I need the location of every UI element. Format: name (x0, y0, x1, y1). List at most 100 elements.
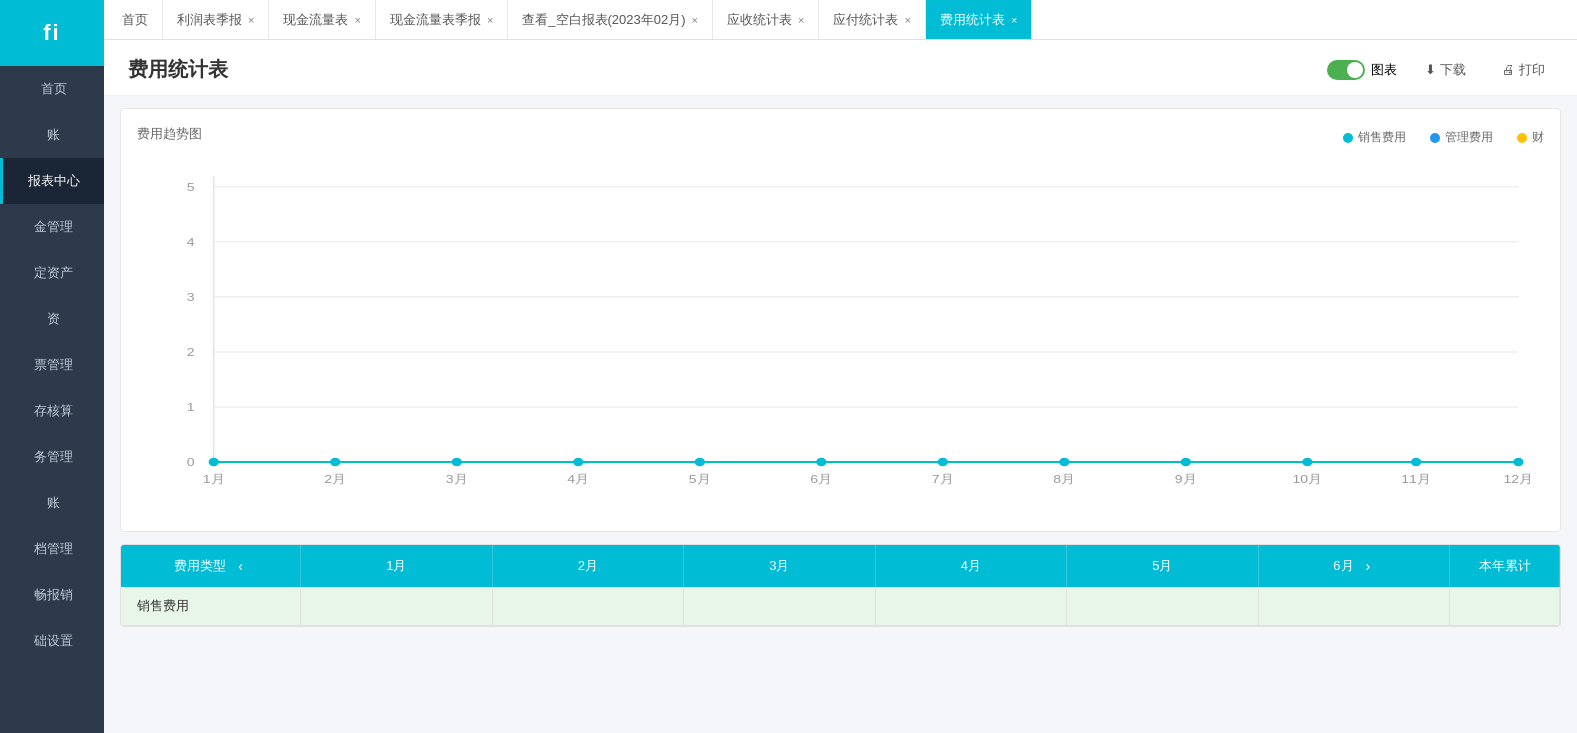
sidebar-item-畅报销[interactable]: 畅报销 (0, 572, 104, 618)
svg-text:3: 3 (187, 290, 195, 304)
svg-text:6月: 6月 (810, 472, 832, 486)
svg-text:9月: 9月 (1175, 472, 1197, 486)
main-area: 首页利润表季报×现金流量表×现金流量表季报×查看_空白报表(2023年02月)×… (104, 0, 1577, 733)
svg-text:1月: 1月 (203, 472, 225, 486)
header-actions: 图表 ⬇ 下载 🖨 打印 (1327, 57, 1553, 83)
th-month-6: 6月 › (1259, 545, 1451, 587)
tab-现金流量表[interactable]: 现金流量表× (269, 0, 375, 40)
sidebar-item-务管理[interactable]: 务管理 (0, 434, 104, 480)
print-label: 打印 (1519, 61, 1545, 79)
next-arrow[interactable]: › (1362, 558, 1375, 574)
svg-text:4月: 4月 (567, 472, 589, 486)
svg-point-24 (1513, 458, 1523, 466)
tab-close-现金流量表季报[interactable]: × (487, 14, 493, 26)
legend-item-管理费用: 管理费用 (1430, 129, 1493, 146)
sidebar: fi 首页账报表中心金管理定资产资票管理存核算务管理账档管理畅报销础设置 (0, 0, 104, 733)
svg-point-14 (330, 458, 340, 466)
td-month-1 (301, 587, 493, 625)
legend-dot-管理费用 (1430, 133, 1440, 143)
svg-text:3月: 3月 (446, 472, 468, 486)
tab-close-应收统计表[interactable]: × (798, 14, 804, 26)
print-icon: 🖨 (1502, 62, 1515, 77)
tab-close-应付统计表[interactable]: × (904, 14, 910, 26)
tab-利润表季报[interactable]: 利润表季报× (163, 0, 269, 40)
th-month-4: 4月 (876, 545, 1068, 587)
sidebar-item-础设置[interactable]: 础设置 (0, 618, 104, 664)
sidebar-item-档管理[interactable]: 档管理 (0, 526, 104, 572)
th-type-label: 费用类型 (174, 557, 226, 575)
prev-arrow[interactable]: ‹ (234, 558, 247, 574)
sidebar-item-金管理[interactable]: 金管理 (0, 204, 104, 250)
svg-text:11月: 11月 (1401, 472, 1431, 486)
svg-point-23 (1411, 458, 1421, 466)
svg-text:2: 2 (187, 345, 195, 359)
sidebar-item-首页[interactable]: 首页 (0, 66, 104, 112)
svg-point-21 (1181, 458, 1191, 466)
th-month-6-label: 6月 (1333, 557, 1353, 575)
svg-text:5月: 5月 (689, 472, 711, 486)
td-type: 销售费用 (121, 587, 301, 625)
table-section: 费用类型 ‹ 1月 2月 3月 4月 5月 6月 › 本年累计 销售费用 (120, 544, 1561, 627)
td-month-2 (493, 587, 685, 625)
chart-toggle[interactable] (1327, 60, 1365, 80)
legend-item-财: 财 (1517, 129, 1544, 146)
chart-title: 费用趋势图 (137, 125, 1544, 143)
page-header: 费用统计表 图表 ⬇ 下载 🖨 打印 (104, 40, 1577, 96)
legend-label-财: 财 (1532, 129, 1544, 146)
tab-应付统计表[interactable]: 应付统计表× (819, 0, 925, 40)
tab-费用统计表[interactable]: 费用统计表× (926, 0, 1032, 40)
sidebar-scroll: 首页账报表中心金管理定资产资票管理存核算务管理账档管理畅报销础设置 (0, 66, 104, 733)
legend-dot-销售费用 (1343, 133, 1353, 143)
sidebar-item-资[interactable]: 资 (0, 296, 104, 342)
sidebar-item-账[interactable]: 账 (0, 112, 104, 158)
chart-toggle-wrap: 图表 (1327, 60, 1397, 80)
sidebar-item-账[interactable]: 账 (0, 480, 104, 526)
svg-text:10月: 10月 (1292, 472, 1322, 486)
tab-close-查看_空白报表(2023年02月)[interactable]: × (692, 14, 698, 26)
svg-text:2月: 2月 (324, 472, 346, 486)
tab-close-费用统计表[interactable]: × (1011, 14, 1017, 26)
tab-close-利润表季报[interactable]: × (248, 14, 254, 26)
legend-label-销售费用: 销售费用 (1358, 129, 1406, 146)
legend-label-管理费用: 管理费用 (1445, 129, 1493, 146)
content-area: 费用统计表 图表 ⬇ 下载 🖨 打印 费用趋势图 销 (104, 40, 1577, 733)
sidebar-item-报表中心[interactable]: 报表中心 (0, 158, 104, 204)
chart-container: 5 4 3 2 1 0 (137, 155, 1544, 515)
td-month-4 (876, 587, 1068, 625)
th-month-1: 1月 (301, 545, 493, 587)
legend-item-销售费用: 销售费用 (1343, 129, 1406, 146)
th-month-2: 2月 (493, 545, 685, 587)
svg-point-13 (209, 458, 219, 466)
td-month-5 (1067, 587, 1259, 625)
sidebar-logo: fi (0, 0, 104, 66)
sidebar-item-存核算[interactable]: 存核算 (0, 388, 104, 434)
sidebar-item-定资产[interactable]: 定资产 (0, 250, 104, 296)
th-total: 本年累计 (1450, 545, 1560, 587)
svg-point-17 (695, 458, 705, 466)
tab-bar: 首页利润表季报×现金流量表×现金流量表季报×查看_空白报表(2023年02月)×… (104, 0, 1577, 40)
tab-查看_空白报表(2023年02月)[interactable]: 查看_空白报表(2023年02月)× (508, 0, 713, 40)
td-total (1450, 587, 1560, 625)
table-row: 销售费用 (121, 587, 1560, 626)
download-label: 下载 (1440, 61, 1466, 79)
line-chart-svg: 5 4 3 2 1 0 (137, 155, 1544, 515)
chart-toggle-label: 图表 (1371, 61, 1397, 79)
svg-text:12月: 12月 (1504, 472, 1534, 486)
tab-应收统计表[interactable]: 应收统计表× (713, 0, 819, 40)
page-title: 费用统计表 (128, 56, 228, 83)
table-header: 费用类型 ‹ 1月 2月 3月 4月 5月 6月 › 本年累计 (121, 545, 1560, 587)
svg-point-19 (938, 458, 948, 466)
svg-point-18 (816, 458, 826, 466)
tab-首页[interactable]: 首页 (108, 0, 163, 40)
print-button[interactable]: 🖨 打印 (1494, 57, 1553, 83)
legend-dot-财 (1517, 133, 1527, 143)
tab-close-现金流量表[interactable]: × (354, 14, 360, 26)
tab-现金流量表季报[interactable]: 现金流量表季报× (376, 0, 508, 40)
download-button[interactable]: ⬇ 下载 (1417, 57, 1474, 83)
svg-point-20 (1059, 458, 1069, 466)
svg-point-22 (1302, 458, 1312, 466)
sidebar-item-票管理[interactable]: 票管理 (0, 342, 104, 388)
th-month-3: 3月 (684, 545, 876, 587)
td-month-6 (1259, 587, 1451, 625)
chart-legend: 销售费用 管理费用 财 (1343, 129, 1544, 146)
